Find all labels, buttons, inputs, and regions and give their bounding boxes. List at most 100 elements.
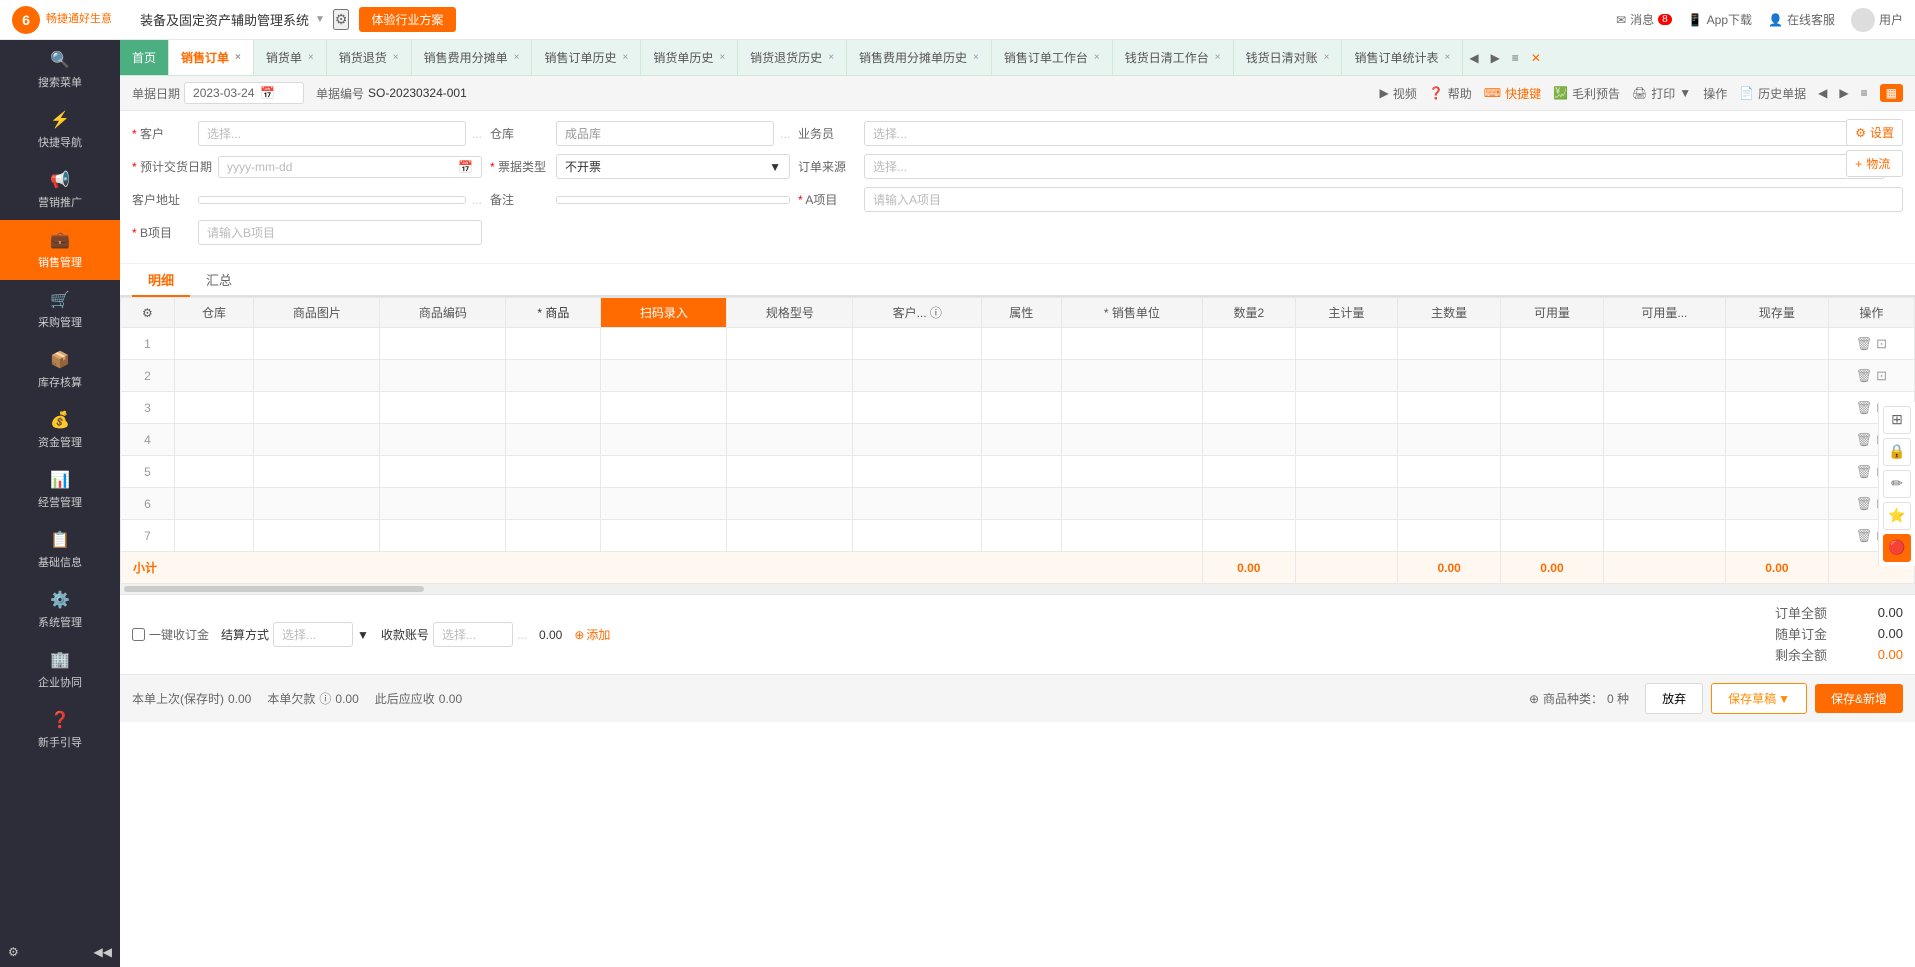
row-1-delete-btn[interactable]: 🗑 — [1856, 336, 1873, 352]
row-1-sales-unit[interactable] — [1061, 328, 1203, 360]
sidebar-item-search[interactable]: 🔍 搜索菜单 — [0, 40, 120, 100]
row-5-stock[interactable] — [1725, 456, 1828, 488]
row-4-available2[interactable] — [1603, 424, 1725, 456]
row-6-attribute[interactable] — [982, 488, 1062, 520]
tab-order-history[interactable]: 销售订单历史 × — [532, 40, 641, 76]
row-1-main-unit[interactable] — [1295, 328, 1398, 360]
sidebar-item-enterprise[interactable]: 🏢 企业协同 — [0, 640, 120, 700]
right-mini-edit-btn[interactable]: ✏ — [1883, 470, 1911, 498]
row-2-sales-unit[interactable] — [1061, 360, 1203, 392]
tab-sales-fee[interactable]: 销售费用分摊单 × — [412, 40, 533, 76]
row-5-spec[interactable] — [727, 456, 853, 488]
row-2-attribute[interactable] — [982, 360, 1062, 392]
row-2-scan[interactable] — [601, 360, 727, 392]
row-2-code[interactable] — [380, 360, 506, 392]
row-3-warehouse[interactable] — [174, 392, 254, 424]
bank-no-expand-icon[interactable]: ... — [517, 628, 527, 642]
row-2-product[interactable] — [506, 360, 601, 392]
tab-sales-refund-close[interactable]: × — [393, 52, 399, 63]
row-7-main-unit[interactable] — [1295, 520, 1398, 552]
add-btn[interactable]: ⊕ 添加 — [574, 626, 610, 643]
bank-no-select[interactable]: 选择... — [433, 622, 513, 647]
row-5-product[interactable] — [506, 456, 601, 488]
row-7-main-qty[interactable] — [1398, 520, 1501, 552]
tab-list-btn[interactable]: ≡ — [1506, 40, 1525, 76]
tab-sales-stats[interactable]: 销售订单统计表 × — [1342, 40, 1463, 76]
row-1-attribute[interactable] — [982, 328, 1062, 360]
toolbar-history[interactable]: 📄 历史单据 — [1739, 85, 1806, 102]
customer-input[interactable]: 选择... — [198, 121, 466, 146]
row-7-customer-no[interactable] — [853, 520, 982, 552]
row-7-available2[interactable] — [1603, 520, 1725, 552]
tab-return-history-close[interactable]: × — [719, 52, 725, 63]
row-4-main-qty[interactable] — [1398, 424, 1501, 456]
row-2-main-unit[interactable] — [1295, 360, 1398, 392]
a-project-input[interactable]: 请输入A项目 — [864, 187, 1903, 212]
row-2-main-qty[interactable] — [1398, 360, 1501, 392]
detail-tab-summary[interactable]: 汇总 — [190, 264, 248, 297]
row-5-available2[interactable] — [1603, 456, 1725, 488]
row-3-attribute[interactable] — [982, 392, 1062, 424]
row-3-delete-btn[interactable]: 🗑 — [1856, 400, 1873, 416]
row-6-customer-no[interactable] — [853, 488, 982, 520]
toolbar-next-record[interactable]: ▶ — [1839, 86, 1848, 100]
row-7-qty2[interactable] — [1203, 520, 1295, 552]
row-6-spec[interactable] — [727, 488, 853, 520]
row-5-available[interactable] — [1501, 456, 1604, 488]
sidebar-collapse-icon[interactable]: ◀◀ — [94, 945, 112, 959]
row-7-spec[interactable] — [727, 520, 853, 552]
row-1-spec[interactable] — [727, 328, 853, 360]
warehouse-input[interactable]: 成品库 — [556, 121, 774, 146]
row-4-customer-no[interactable] — [853, 424, 982, 456]
row-1-code[interactable] — [380, 328, 506, 360]
tab-prev-btn[interactable]: ◀ — [1463, 40, 1484, 76]
delivery-input[interactable]: yyyy-mm-dd 📅 — [218, 156, 482, 178]
row-6-sales-unit[interactable] — [1061, 488, 1203, 520]
row-3-available2[interactable] — [1603, 392, 1725, 424]
sidebar-item-sales[interactable]: 💼 销售管理 — [0, 220, 120, 280]
tab-order-workbench-close[interactable]: × — [1094, 52, 1100, 63]
one-click-checkbox[interactable] — [132, 628, 145, 641]
row-6-available2[interactable] — [1603, 488, 1725, 520]
sidebar-item-purchase[interactable]: 🛒 采购管理 — [0, 280, 120, 340]
toolbar-profit[interactable]: 💹 毛利预告 — [1553, 85, 1620, 102]
row-3-qty2[interactable] — [1203, 392, 1295, 424]
address-input[interactable] — [198, 196, 466, 204]
row-6-delete-btn[interactable]: 🗑 — [1856, 496, 1873, 512]
toolbar-prev-record[interactable]: ◀ — [1818, 86, 1827, 100]
sidebar-item-guide[interactable]: ❓ 新手引导 — [0, 700, 120, 760]
row-5-main-unit[interactable] — [1295, 456, 1398, 488]
row-6-main-qty[interactable] — [1398, 488, 1501, 520]
tab-cash-daily[interactable]: 钱货日清工作台 × — [1113, 40, 1234, 76]
logistics-panel-btn[interactable]: + 物流 — [1846, 150, 1903, 177]
col-scan[interactable]: 扫码录入 — [601, 298, 727, 328]
row-3-stock[interactable] — [1725, 392, 1828, 424]
row-4-attribute[interactable] — [982, 424, 1062, 456]
row-6-main-unit[interactable] — [1295, 488, 1398, 520]
row-4-scan[interactable] — [601, 424, 727, 456]
row-4-spec[interactable] — [727, 424, 853, 456]
row-6-code[interactable] — [380, 488, 506, 520]
row-7-scan[interactable] — [601, 520, 727, 552]
row-2-customer-no[interactable] — [853, 360, 982, 392]
horizontal-scrollbar[interactable] — [120, 584, 1915, 594]
row-3-scan[interactable] — [601, 392, 727, 424]
row-4-warehouse[interactable] — [174, 424, 254, 456]
row-5-main-qty[interactable] — [1398, 456, 1501, 488]
tab-sales-order-close[interactable]: × — [235, 52, 241, 63]
toolbar-view[interactable]: ▶ 视频 — [1380, 85, 1417, 102]
payment-method-select[interactable]: 选择... — [273, 622, 353, 647]
row-1-customer-no[interactable] — [853, 328, 982, 360]
customer-expand-icon[interactable]: ... — [472, 127, 482, 141]
row-1-available[interactable] — [1501, 328, 1604, 360]
tab-sales-return-close[interactable]: × — [308, 52, 314, 63]
row-3-available[interactable] — [1501, 392, 1604, 424]
system-dropdown-icon[interactable]: ▼ — [315, 14, 325, 25]
row-4-sales-unit[interactable] — [1061, 424, 1203, 456]
right-mini-alert-btn[interactable]: 🔴 — [1883, 534, 1911, 562]
row-7-stock[interactable] — [1725, 520, 1828, 552]
row-4-stock[interactable] — [1725, 424, 1828, 456]
tab-cash-daily-close[interactable]: × — [1215, 52, 1221, 63]
tab-order-history-close[interactable]: × — [622, 52, 628, 63]
row-5-customer-no[interactable] — [853, 456, 982, 488]
